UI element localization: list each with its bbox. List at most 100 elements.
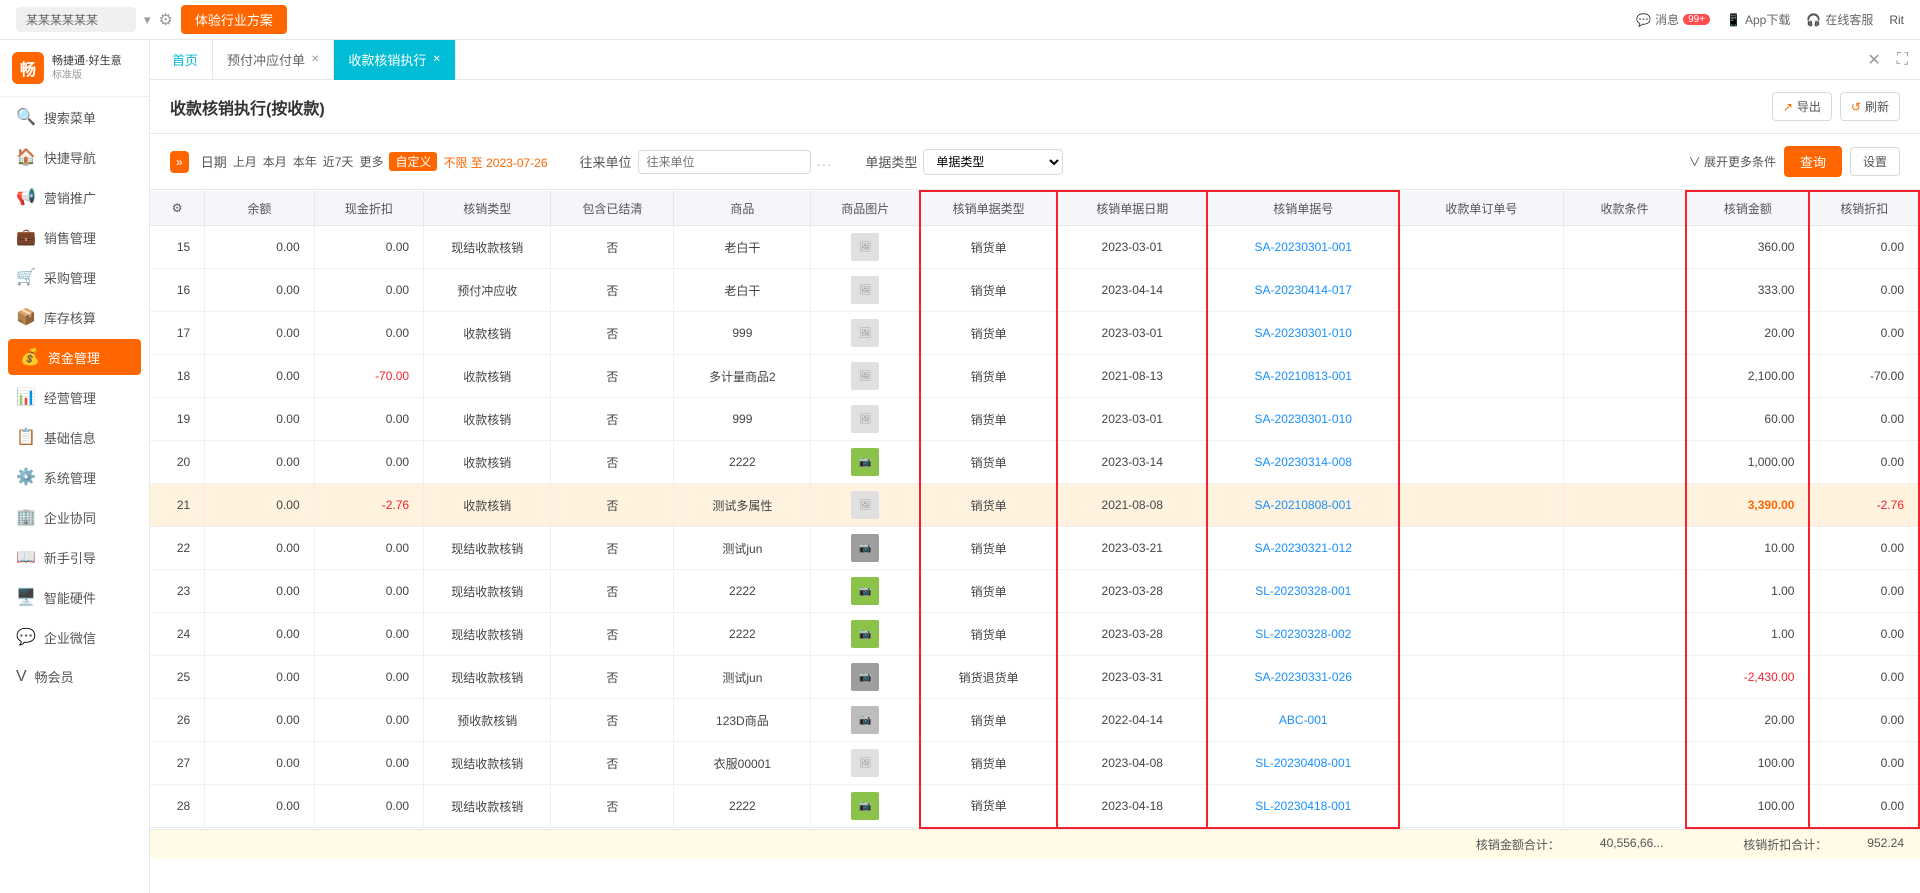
th-balance: 余额 [205, 191, 314, 226]
close-tab-btn[interactable]: ✕ [1863, 46, 1884, 74]
table-cell[interactable]: SA-20230314-008 [1207, 441, 1399, 484]
counterpart-input[interactable] [638, 150, 811, 174]
table-cell[interactable]: SA-20230301-010 [1207, 312, 1399, 355]
table-cell[interactable]: SL-20230418-001 [1207, 785, 1399, 828]
table-cell: 60.00 [1686, 398, 1809, 441]
more-date-link[interactable]: 更多 [359, 153, 383, 170]
cell-rownum: 18 [150, 355, 205, 398]
table-cell: 现结收款核销 [424, 613, 551, 656]
table-cell[interactable]: ABC-001 [1207, 699, 1399, 742]
table-cell[interactable]: SL-20230328-002 [1207, 613, 1399, 656]
th-rownum[interactable]: ⚙ [150, 191, 205, 226]
last7days-link[interactable]: 近7天 [323, 153, 354, 170]
bill-no-link[interactable]: SL-20230418-001 [1255, 799, 1351, 813]
bill-no-link[interactable]: SA-20230331-026 [1255, 670, 1352, 684]
last-month-link[interactable]: 上月 [233, 153, 257, 170]
online-service[interactable]: 🎧 在线客服 [1806, 11, 1873, 28]
tab-prepaid[interactable]: 预付冲应付单✕ [213, 40, 334, 80]
sidebar-item-hardware[interactable]: 🖥️ 智能硬件 [0, 577, 149, 617]
close-tab-prepaid[interactable]: ✕ [311, 54, 319, 65]
custom-date-link[interactable]: 自定义 [389, 152, 437, 171]
table-cell [1563, 742, 1686, 785]
table-cell: 📷 [811, 570, 920, 613]
settings-button[interactable]: 设置 [1850, 147, 1900, 176]
this-month-link[interactable]: 本月 [263, 153, 287, 170]
cell-rownum: 19 [150, 398, 205, 441]
date-range-display: 不限 至 2023-07-26 [443, 156, 547, 170]
sidebar-item-inventory[interactable]: 📦 库存核算 [0, 297, 149, 337]
bill-no-link[interactable]: SA-20210813-001 [1255, 369, 1352, 383]
gear-icon[interactable]: ⚙ [159, 10, 173, 30]
sidebar-item-operations[interactable]: 📊 经营管理 [0, 377, 149, 417]
sidebar-label-basic: 基础信息 [44, 428, 96, 447]
sidebar-item-wechat[interactable]: 💬 企业微信 [0, 617, 149, 657]
bill-no-link[interactable]: SA-20230321-012 [1255, 541, 1352, 555]
trial-button[interactable]: 体验行业方案 [181, 5, 287, 34]
sidebar-item-basic[interactable]: 📋 基础信息 [0, 417, 149, 457]
app-download[interactable]: 📱 App下载 [1726, 11, 1790, 28]
table-cell: 2023-03-28 [1057, 570, 1207, 613]
bill-no-link[interactable]: SA-20230301-010 [1255, 412, 1352, 426]
table-cell: 现结收款核销 [424, 742, 551, 785]
table-cell[interactable]: SA-20230321-012 [1207, 527, 1399, 570]
notification-area[interactable]: 💬 消息 99+ [1636, 11, 1710, 28]
bill-no-link[interactable]: SL-20230328-001 [1255, 584, 1351, 598]
sidebar-item-system[interactable]: ⚙️ 系统管理 [0, 457, 149, 497]
voucher-type-select[interactable]: 单据类型 [923, 149, 1063, 175]
close-tab-receipt-verify[interactable]: ✕ [432, 54, 440, 65]
company-name[interactable]: 某某某某某某 [16, 7, 136, 32]
table-cell[interactable]: SA-20210808-001 [1207, 484, 1399, 527]
table-cell[interactable]: SA-20210813-001 [1207, 355, 1399, 398]
cell-rownum: 24 [150, 613, 205, 656]
sidebar-item-sales[interactable]: 💼 销售管理 [0, 217, 149, 257]
table-cell[interactable]: SA-20230301-001 [1207, 226, 1399, 269]
table-cell: 否 [551, 699, 674, 742]
bill-no-link[interactable]: SA-20230301-001 [1255, 240, 1352, 254]
bill-no-link[interactable]: SA-20230301-010 [1255, 326, 1352, 340]
sidebar-item-search[interactable]: 🔍 搜索菜单 [0, 97, 149, 137]
sidebar-item-finance[interactable]: 💰 资金管理 [8, 339, 141, 375]
this-year-link[interactable]: 本年 [293, 153, 317, 170]
th-receipt-condition: 收款条件 [1563, 191, 1686, 226]
table-cell[interactable]: SA-20230301-010 [1207, 398, 1399, 441]
query-button[interactable]: 查询 [1784, 146, 1842, 177]
refresh-button[interactable]: ↺ 刷新 [1840, 92, 1900, 121]
table-cell: 销货单 [920, 527, 1057, 570]
bill-no-link[interactable]: SA-20230414-017 [1255, 283, 1352, 297]
table-cell: -2.76 [1809, 484, 1919, 527]
sidebar-item-purchase[interactable]: 🛒 采购管理 [0, 257, 149, 297]
bill-no-link[interactable]: ABC-001 [1279, 713, 1328, 727]
table-cell[interactable]: SA-20230414-017 [1207, 269, 1399, 312]
table-cell: 销货单 [920, 613, 1057, 656]
maximize-btn[interactable]: ⛶ [1893, 46, 1912, 74]
bill-no-link[interactable]: SL-20230408-001 [1255, 756, 1351, 770]
table-cell: 📷 [811, 527, 920, 570]
sidebar-label-guide: 新手引导 [44, 548, 96, 567]
sidebar-item-quick-nav[interactable]: 🏠 快捷导航 [0, 137, 149, 177]
table-cell[interactable]: SL-20230328-001 [1207, 570, 1399, 613]
table-cell: 销货单 [920, 441, 1057, 484]
table-cell [1399, 226, 1563, 269]
sidebar-item-marketing[interactable]: 📢 营销推广 [0, 177, 149, 217]
table-cell: 0.00 [314, 570, 423, 613]
cell-rownum: 27 [150, 742, 205, 785]
table-row: 200.000.00收款核销否2222📷销货单2023-03-14SA-2023… [150, 441, 1919, 484]
sidebar-item-enterprise[interactable]: 🏢 企业协同 [0, 497, 149, 537]
table-cell [1399, 785, 1563, 828]
table-cell [1563, 269, 1686, 312]
sidebar-item-member[interactable]: V 畅会员 [0, 657, 149, 696]
table-cell[interactable]: SA-20230331-026 [1207, 656, 1399, 699]
sidebar-item-guide[interactable]: 📖 新手引导 [0, 537, 149, 577]
table-cell[interactable]: SL-20230408-001 [1207, 742, 1399, 785]
tab-receipt-verify[interactable]: 收款核销执行✕ [334, 40, 455, 80]
bill-no-link[interactable]: SA-20230314-008 [1255, 455, 1352, 469]
expand-conditions-btn[interactable]: ∨ 展开更多条件 [1689, 153, 1776, 170]
bill-no-link[interactable]: SA-20210808-001 [1255, 498, 1352, 512]
dropdown-icon[interactable]: ▾ [144, 12, 151, 28]
collapse-btn[interactable]: » [170, 151, 189, 173]
bill-no-link[interactable]: SL-20230328-002 [1255, 627, 1351, 641]
user-label[interactable]: Rit [1889, 13, 1904, 27]
tab-home[interactable]: 首页 [158, 40, 213, 80]
operations-icon: 📊 [16, 387, 36, 407]
export-button[interactable]: ↗ 导出 [1772, 92, 1832, 121]
